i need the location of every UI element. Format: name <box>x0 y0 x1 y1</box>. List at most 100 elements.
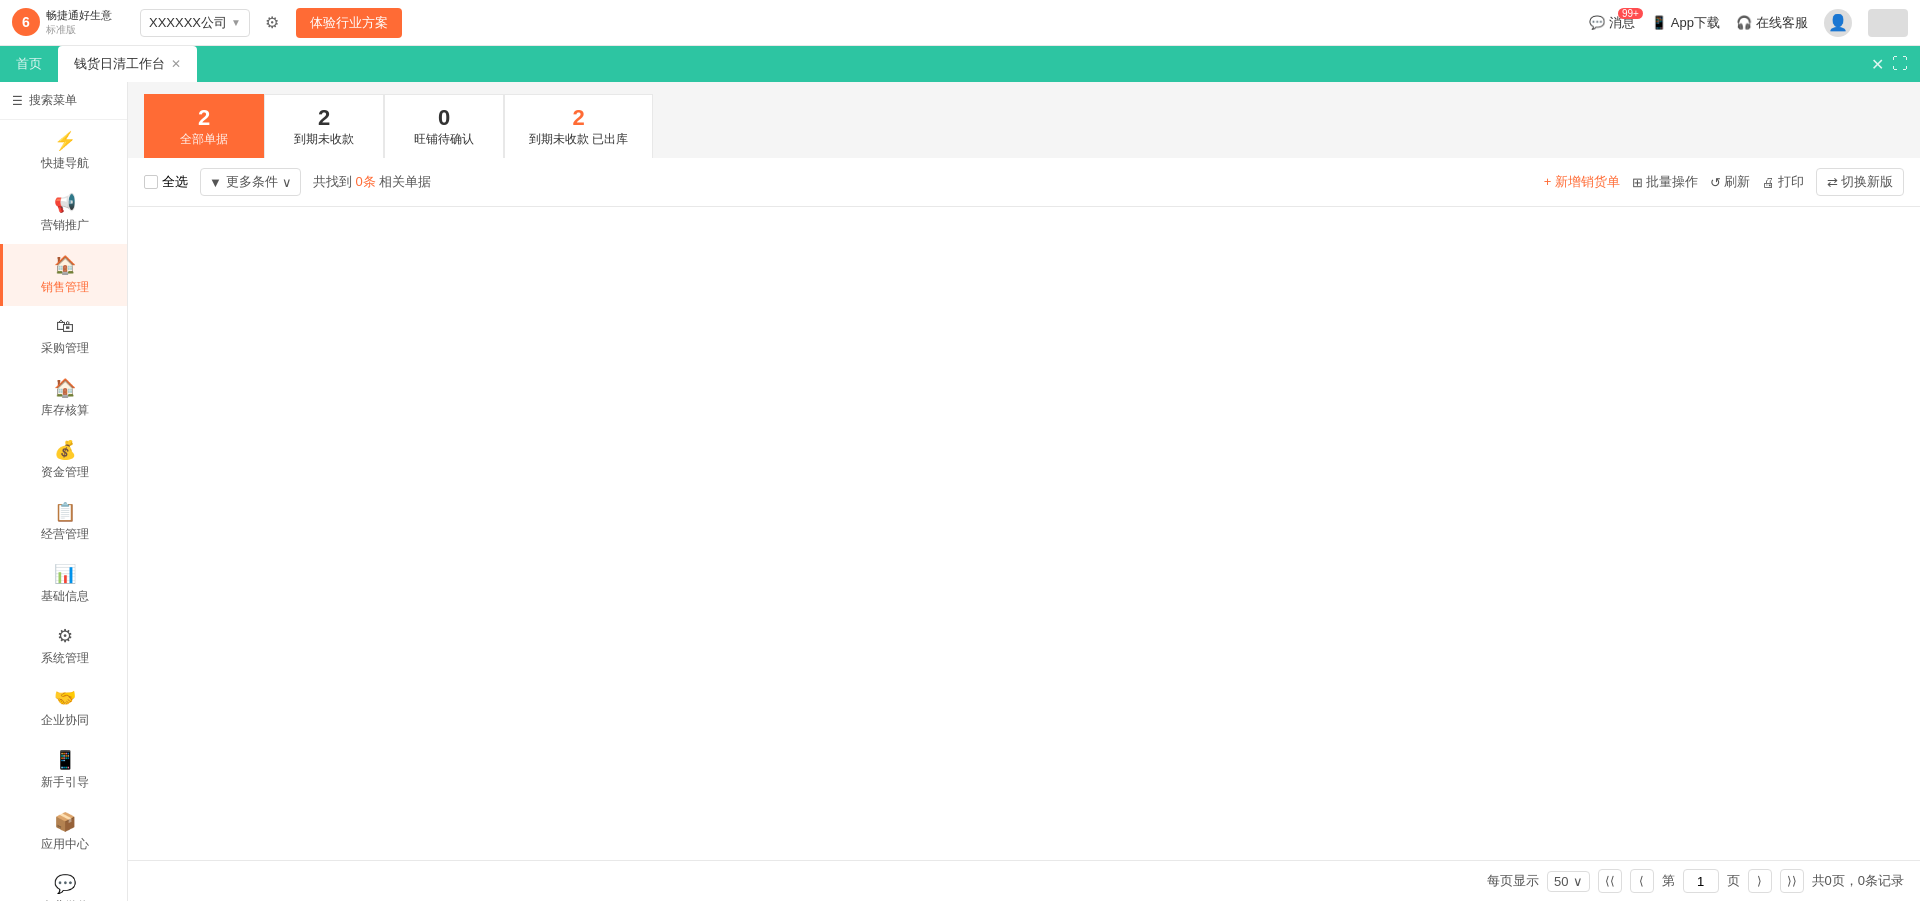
inventory-icon: 🏠 <box>54 377 76 399</box>
sidebar-item-basic-info[interactable]: 📊 基础信息 <box>0 553 127 615</box>
sidebar-item-sales[interactable]: 🏠 销售管理 <box>0 244 127 306</box>
sidebar-item-system[interactable]: ⚙ 系统管理 <box>0 615 127 677</box>
settings-button[interactable]: ⚙ <box>258 9 286 37</box>
stat-tab-all[interactable]: 2 全部单据 <box>144 94 264 158</box>
finance-label: 资金管理 <box>41 464 89 481</box>
message-icon: 💬 <box>1589 15 1605 30</box>
tab-home[interactable]: 首页 <box>0 46 58 82</box>
home-tab-label: 首页 <box>16 55 42 73</box>
basic-info-label: 基础信息 <box>41 588 89 605</box>
tab-work-bench[interactable]: 钱货日清工作台 ✕ <box>58 46 197 82</box>
page-label: 第 <box>1662 872 1675 890</box>
logo-icon: 6 <box>12 8 40 36</box>
sidebar-item-app-center[interactable]: 📦 应用中心 <box>0 801 127 863</box>
try-plan-button[interactable]: 体验行业方案 <box>296 8 402 38</box>
wechat-icon: 💬 <box>54 873 76 895</box>
inventory-label: 库存核算 <box>41 402 89 419</box>
batch-operation-button[interactable]: ⊞ 批量操作 <box>1632 173 1698 191</box>
stat-num-overdue: 2 <box>289 105 359 131</box>
sidebar-item-search-menu[interactable]: ☰ 搜索菜单 <box>0 82 127 120</box>
toolbar: 全选 ▼ 更多条件 ∨ 共找到 0条 相关单据 + 新增销货单 ⊞ 批量操作 ↺ <box>128 158 1920 207</box>
main-layout: ☰ 搜索菜单 ⚡ 快捷导航 📢 营销推广 🏠 销售管理 🛍 采购管理 🏠 库存核… <box>0 82 1920 901</box>
sidebar-item-guide[interactable]: 📱 新手引导 <box>0 739 127 801</box>
add-sale-order-button[interactable]: + 新增销货单 <box>1544 173 1620 191</box>
tab-expand-icon[interactable]: ⛶ <box>1892 55 1908 73</box>
app-download-button[interactable]: 📱 App下载 <box>1651 14 1720 32</box>
company-selector[interactable]: XXXXXX公司 ▼ <box>140 9 250 37</box>
workbench-tab-label: 钱货日清工作台 <box>74 55 165 73</box>
first-page-button[interactable]: ⟨⟨ <box>1598 869 1622 893</box>
message-button[interactable]: 💬 消息 99+ <box>1589 14 1635 32</box>
online-service-button[interactable]: 🎧 在线客服 <box>1736 14 1808 32</box>
pagination: 每页显示 50 ∨ ⟨⟨ ⟨ 第 页 ⟩ ⟩⟩ 共0页，0条记录 <box>128 860 1920 901</box>
found-count: 0条 <box>356 174 376 189</box>
sidebar-item-marketing[interactable]: 📢 营销推广 <box>0 182 127 244</box>
filter-dropdown-icon: ∨ <box>282 175 292 190</box>
page-summary: 共0页，0条记录 <box>1812 872 1904 890</box>
lightning-icon: ⚡ <box>54 130 76 152</box>
last-page-button[interactable]: ⟩⟩ <box>1780 869 1804 893</box>
sidebar-item-inventory[interactable]: 🏠 库存核算 <box>0 367 127 429</box>
sidebar: ☰ 搜索菜单 ⚡ 快捷导航 📢 营销推广 🏠 销售管理 🛍 采购管理 🏠 库存核… <box>0 82 128 901</box>
sidebar-item-purchase[interactable]: 🛍 采购管理 <box>0 306 127 367</box>
collab-icon: 🤝 <box>54 687 76 709</box>
sidebar-item-operation[interactable]: 📋 经营管理 <box>0 491 127 553</box>
content-area: 2 全部单据 2 到期未收款 0 旺铺待确认 2 到期未收款 已出库 全选 <box>128 82 1920 901</box>
toolbar-right: + 新增销货单 ⊞ 批量操作 ↺ 刷新 🖨 打印 ⇄ 切换新版 <box>1544 168 1904 196</box>
purchase-label: 采购管理 <box>41 340 89 357</box>
sidebar-item-finance[interactable]: 💰 资金管理 <box>0 429 127 491</box>
message-badge: 99+ <box>1618 8 1643 19</box>
stat-num-all: 2 <box>169 105 239 131</box>
filter-label: 更多条件 <box>226 173 278 191</box>
sidebar-item-corp-wechat[interactable]: 💬 企业微信 <box>0 863 127 901</box>
select-all-label: 全选 <box>162 173 188 191</box>
tab-close-action-icon[interactable]: ✕ <box>1871 55 1884 74</box>
stat-label-pending: 旺铺待确认 <box>414 132 474 146</box>
batch-icon: ⊞ <box>1632 175 1643 190</box>
current-page-input[interactable] <box>1683 869 1719 893</box>
print-icon: 🖨 <box>1762 175 1775 190</box>
avatar[interactable]: 👤 <box>1824 9 1852 37</box>
system-icon: ⚙ <box>57 625 73 647</box>
sales-icon: 🏠 <box>54 254 76 276</box>
next-page-button[interactable]: ⟩ <box>1748 869 1772 893</box>
sidebar-item-collab[interactable]: 🤝 企业协同 <box>0 677 127 739</box>
phone-icon: 📱 <box>1651 15 1667 30</box>
search-menu-icon: ☰ <box>12 94 23 108</box>
refresh-icon: ↺ <box>1710 175 1721 190</box>
logo-sub: 标准版 <box>46 23 112 37</box>
basic-info-icon: 📊 <box>54 563 76 585</box>
sales-label: 销售管理 <box>41 279 89 296</box>
logo-area: 6 畅捷通好生意 标准版 <box>12 8 140 36</box>
print-button[interactable]: 🖨 打印 <box>1762 173 1804 191</box>
stat-tab-overdue[interactable]: 2 到期未收款 <box>264 94 384 158</box>
dropdown-arrow-icon: ▼ <box>231 17 241 28</box>
finance-icon: 💰 <box>54 439 76 461</box>
filter-icon: ▼ <box>209 175 222 190</box>
sidebar-item-quick-nav[interactable]: ⚡ 快捷导航 <box>0 120 127 182</box>
guide-icon: 📱 <box>54 749 76 771</box>
switch-icon: ⇄ <box>1827 175 1838 190</box>
stat-tab-pending[interactable]: 0 旺铺待确认 <box>384 94 504 158</box>
page-size-select[interactable]: 50 ∨ <box>1547 871 1589 892</box>
switch-new-version-button[interactable]: ⇄ 切换新版 <box>1816 168 1904 196</box>
stat-label-all: 全部单据 <box>180 132 228 146</box>
stat-label-overdue: 到期未收款 <box>294 132 354 146</box>
guide-label: 新手引导 <box>41 774 89 791</box>
user-icon: 👤 <box>1828 13 1848 32</box>
quick-nav-label: 快捷导航 <box>41 155 89 172</box>
select-all-checkbox[interactable]: 全选 <box>144 173 188 191</box>
refresh-button[interactable]: ↺ 刷新 <box>1710 173 1750 191</box>
user-name-area[interactable] <box>1868 9 1908 37</box>
operation-icon: 📋 <box>54 501 76 523</box>
filter-button[interactable]: ▼ 更多条件 ∨ <box>200 168 301 196</box>
stat-num-shipped: 2 <box>529 105 628 131</box>
tab-bar: 首页 钱货日清工作台 ✕ ✕ ⛶ <box>0 46 1920 82</box>
tab-close-icon[interactable]: ✕ <box>171 57 181 71</box>
headset-icon: 🎧 <box>1736 15 1752 30</box>
operation-label: 经营管理 <box>41 526 89 543</box>
prev-page-button[interactable]: ⟨ <box>1630 869 1654 893</box>
stat-tab-shipped[interactable]: 2 到期未收款 已出库 <box>504 94 653 158</box>
tab-bar-actions: ✕ ⛶ <box>1871 55 1920 74</box>
marketing-label: 营销推广 <box>41 217 89 234</box>
